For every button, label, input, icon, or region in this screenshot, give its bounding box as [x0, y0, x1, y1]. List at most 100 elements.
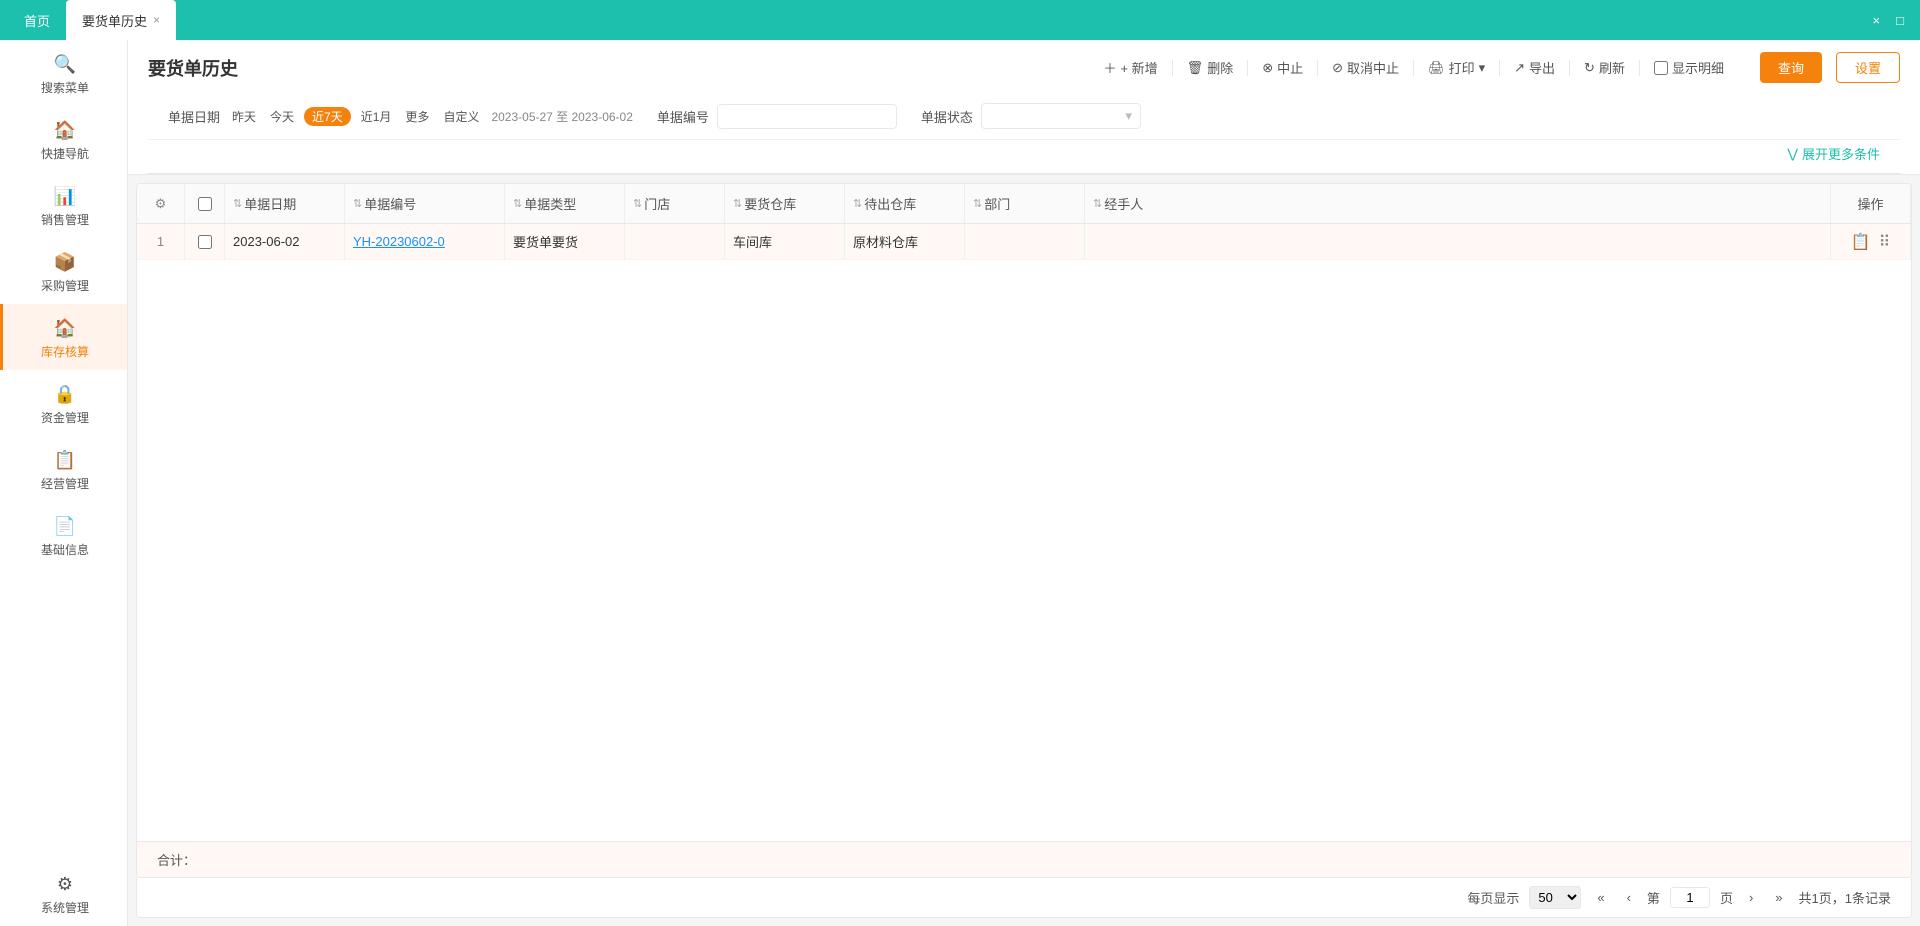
export-button[interactable]: ↗ 导出 — [1514, 58, 1555, 77]
divider-3 — [1317, 60, 1318, 76]
doc-link-1[interactable]: YH-20230602-0 — [353, 234, 445, 249]
divider-6 — [1569, 60, 1570, 76]
docno-filter-input[interactable] — [717, 104, 897, 129]
filter-expand-row: ⋁ 展开更多条件 — [148, 140, 1900, 174]
sort-store-icon[interactable]: ⇅ — [633, 197, 642, 210]
ops-icon: 📋 — [54, 450, 76, 471]
content-area: 要货单历史 ＋ + 新增 🗑 删除 ⊗ 中止 — [128, 40, 1920, 926]
sidebar-item-sales-mgmt[interactable]: 📊 销售管理 — [0, 172, 127, 238]
sidebar-item-inventory-calc[interactable]: 🏠 库存核算 — [0, 304, 127, 370]
date-shortcut-today[interactable]: 今天 — [266, 107, 298, 126]
delete-button[interactable]: 🗑 删除 — [1187, 58, 1234, 77]
stop-icon: ⊗ — [1262, 60, 1273, 76]
sort-date-icon[interactable]: ⇅ — [233, 197, 242, 210]
top-bar: 首页 要货单历史 × × □ — [0, 0, 1920, 40]
next-page-btn[interactable]: › — [1743, 888, 1759, 907]
divider-4 — [1413, 60, 1414, 76]
th-type: ⇅ 单据类型 — [505, 184, 625, 223]
row-checkbox-1[interactable] — [198, 235, 212, 249]
page-title: 要货单历史 — [148, 55, 238, 81]
top-bar-right: × □ — [1873, 13, 1920, 28]
top-tabs: 首页 要货单历史 × — [8, 0, 1873, 40]
th-handler: ⇅ 经手人 — [1085, 184, 1831, 223]
divider-7 — [1639, 60, 1640, 76]
page-size-select[interactable]: 50 10 20 100 — [1529, 886, 1581, 909]
cancel-stop-button[interactable]: ⊘ 取消中止 — [1332, 58, 1399, 77]
th-check — [185, 184, 225, 223]
page-input[interactable]: 1 — [1670, 887, 1710, 908]
page-title-row: 要货单历史 ＋ + 新增 🗑 删除 ⊗ 中止 — [148, 52, 1900, 83]
divider-5 — [1499, 60, 1500, 76]
print-button[interactable]: 🖨 打印 ▾ — [1428, 58, 1485, 77]
divider-2 — [1247, 60, 1248, 76]
sidebar-item-finance-mgmt[interactable]: 🔒 资金管理 — [0, 370, 127, 436]
row-edit-icon[interactable]: 📋 — [1851, 232, 1871, 252]
docno-filter-label: 单据编号 — [657, 107, 709, 126]
finance-icon: 🔒 — [54, 384, 76, 405]
date-shortcut-1month[interactable]: 近1月 — [357, 107, 396, 126]
home-icon: 🏠 — [54, 120, 76, 141]
sort-reqwh-icon[interactable]: ⇅ — [733, 197, 742, 210]
stop-button[interactable]: ⊗ 中止 — [1262, 58, 1303, 77]
td-pendwh-1: 原材料仓库 — [845, 224, 965, 259]
sort-handler-icon[interactable]: ⇅ — [1093, 197, 1102, 210]
th-pendwh: ⇅ 待出仓库 — [845, 184, 965, 223]
column-settings-icon[interactable]: ⚙ — [145, 188, 176, 220]
expand-conditions-button[interactable]: ⋁ 展开更多条件 — [1787, 144, 1880, 163]
sort-docno-icon[interactable]: ⇅ — [353, 197, 362, 210]
th-dept: ⇅ 部门 — [965, 184, 1085, 223]
td-reqwh-1: 车间库 — [725, 224, 845, 259]
main-layout: 🔍 搜索菜单 🏠 快捷导航 📊 销售管理 📦 采购管理 🏠 库存核算 🔒 资金管… — [0, 40, 1920, 926]
th-ops: 操作 — [1831, 184, 1911, 223]
select-all-checkbox[interactable] — [198, 197, 212, 211]
settings-button[interactable]: 设置 — [1836, 52, 1900, 83]
date-shortcuts: 昨天 今天 近7天 近1月 更多 自定义 — [228, 107, 483, 126]
print-icon: 🖨 — [1428, 60, 1445, 76]
sidebar-item-base-info[interactable]: 📄 基础信息 — [0, 502, 127, 568]
toolbar: ＋ + 新增 🗑 删除 ⊗ 中止 ⊘ — [1103, 52, 1900, 83]
sidebar-item-quick-nav[interactable]: 🏠 快捷导航 — [0, 106, 127, 172]
inventory-icon: 🏠 — [54, 318, 76, 339]
sort-pendwh-icon[interactable]: ⇅ — [853, 197, 862, 210]
status-select[interactable]: ▾ — [981, 103, 1141, 129]
date-shortcut-custom[interactable]: 自定义 — [439, 107, 483, 126]
row-more-icon[interactable]: ⠿ — [1879, 232, 1891, 252]
sidebar-item-sys-mgmt[interactable]: ⚙ 系统管理 — [0, 860, 127, 926]
date-shortcut-yesterday[interactable]: 昨天 — [228, 107, 260, 126]
table-footer: 合计： — [137, 841, 1911, 877]
td-store-1 — [625, 224, 725, 259]
new-icon: ＋ — [1103, 58, 1116, 77]
sidebar-item-ops-mgmt[interactable]: 📋 经营管理 — [0, 436, 127, 502]
date-range-text: 2023-05-27 至 2023-06-02 — [491, 108, 632, 125]
td-handler-1 — [1085, 224, 1831, 259]
prev-page-btn[interactable]: ‹ — [1621, 888, 1637, 907]
sidebar-item-search-menu[interactable]: 🔍 搜索菜单 — [0, 40, 127, 106]
window-maximize-btn[interactable]: □ — [1896, 13, 1904, 28]
date-shortcut-7days[interactable]: 近7天 — [304, 107, 351, 126]
table-header: ⚙ ⇅ 单据日期 ⇅ 单据编号 ⇅ 单据类型 ⇅ — [137, 184, 1911, 224]
filter-bar: 单据日期 昨天 今天 近7天 近1月 更多 自定义 2023-05-27 至 2… — [148, 93, 1900, 140]
expand-chevron-icon: ⋁ — [1787, 146, 1798, 162]
th-reqwh: ⇅ 要货仓库 — [725, 184, 845, 223]
refresh-icon: ↻ — [1584, 60, 1595, 76]
sidebar-item-purchase-mgmt[interactable]: 📦 采购管理 — [0, 238, 127, 304]
detail-checkbox[interactable] — [1654, 61, 1668, 75]
show-detail-checkbox[interactable]: 显示明细 — [1654, 58, 1724, 77]
sort-type-icon[interactable]: ⇅ — [513, 197, 522, 210]
tab-requisition-history[interactable]: 要货单历史 × — [66, 0, 176, 40]
status-filter-label: 单据状态 — [921, 107, 973, 126]
window-close-btn[interactable]: × — [1873, 13, 1881, 28]
table-area: ⚙ ⇅ 单据日期 ⇅ 单据编号 ⇅ 单据类型 ⇅ — [136, 183, 1912, 878]
tab-close-icon[interactable]: × — [153, 13, 160, 27]
first-page-btn[interactable]: « — [1591, 888, 1610, 907]
th-docno: ⇅ 单据编号 — [345, 184, 505, 223]
td-date-1: 2023-06-02 — [225, 224, 345, 259]
last-page-btn[interactable]: » — [1769, 888, 1788, 907]
query-button[interactable]: 查询 — [1760, 52, 1822, 83]
sort-dept-icon[interactable]: ⇅ — [973, 197, 982, 210]
refresh-button[interactable]: ↻ 刷新 — [1584, 58, 1625, 77]
date-shortcut-more[interactable]: 更多 — [401, 107, 433, 126]
th-date: ⇅ 单据日期 — [225, 184, 345, 223]
tab-home[interactable]: 首页 — [8, 0, 66, 40]
new-button[interactable]: ＋ + 新增 — [1103, 58, 1157, 77]
